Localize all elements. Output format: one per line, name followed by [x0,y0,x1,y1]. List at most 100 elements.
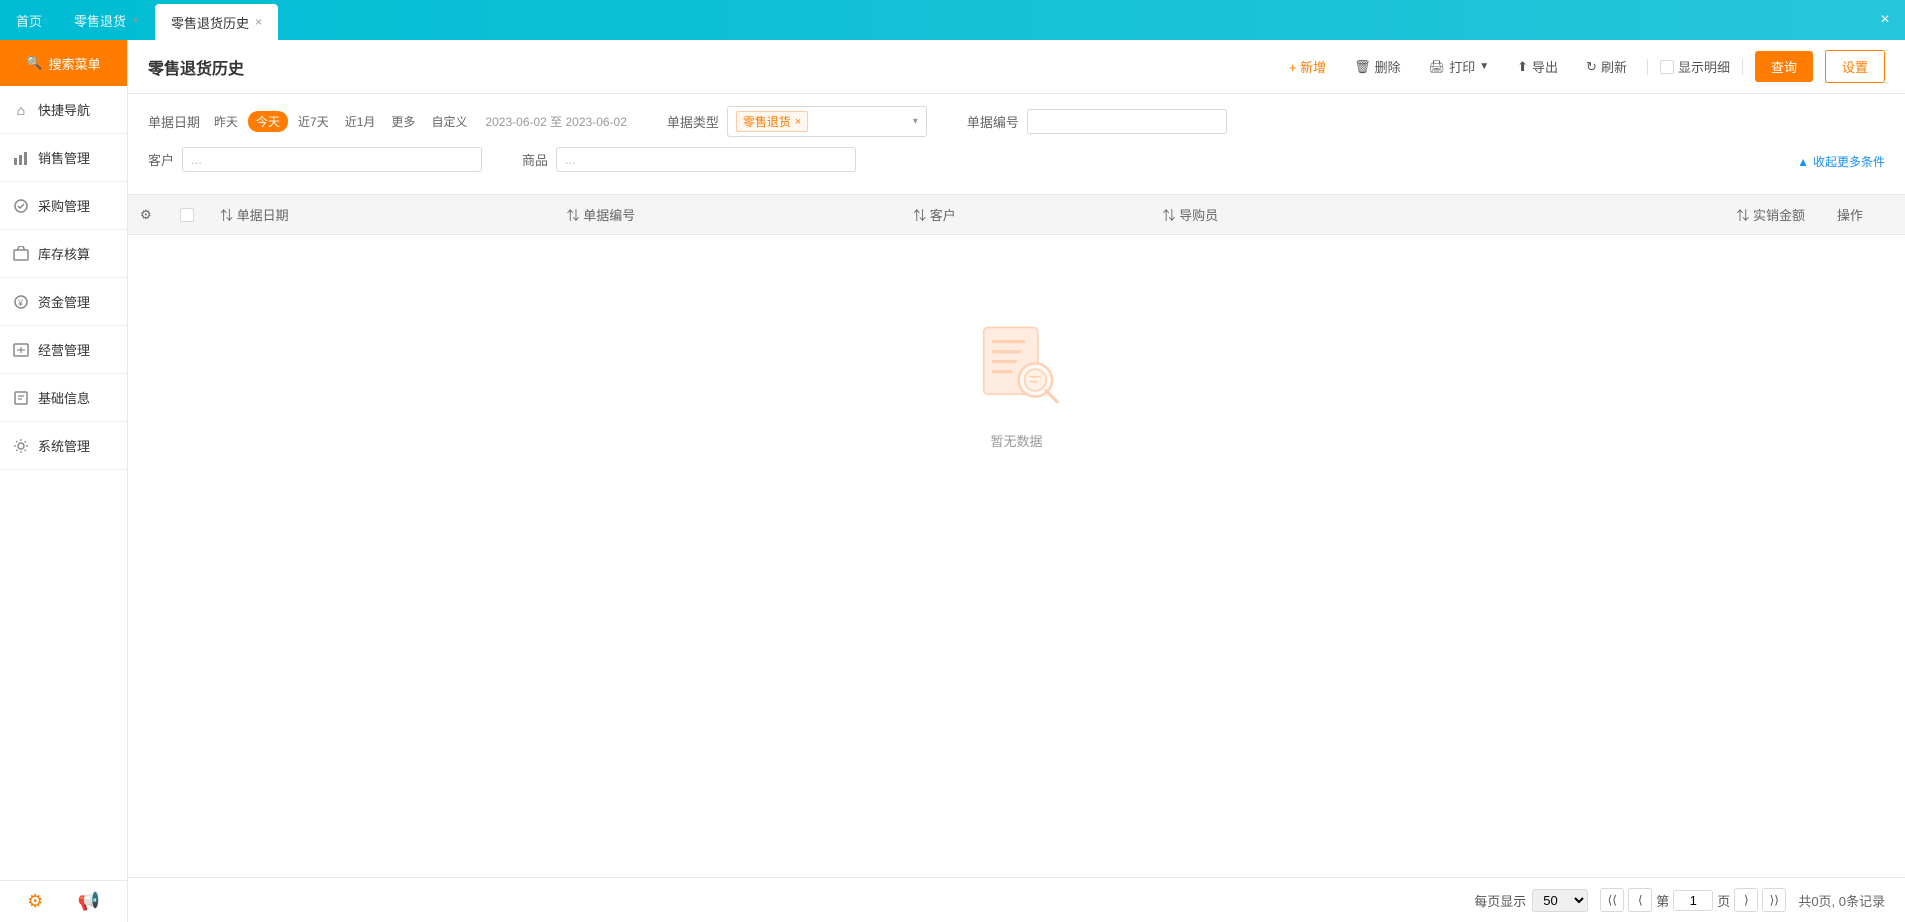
purchase-icon [12,197,30,215]
date-btn-1month[interactable]: 近1月 [339,111,382,132]
date-btn-7days[interactable]: 近7天 [292,111,335,132]
select-all-checkbox[interactable] [180,208,194,222]
collapse-icon: ▲ [1797,155,1809,169]
page-size-dropdown[interactable]: 10 20 50 100 [1532,889,1588,912]
settings-gear-icon[interactable]: ⚙ [27,891,43,912]
doc-type-select[interactable]: 零售退货 × ▾ [727,106,927,137]
inventory-icon [12,245,30,263]
customer-label: 客户 [148,150,174,169]
tab-retail-return-history[interactable]: 零售退货历史 × [155,4,278,40]
search-icon: 🔍 [26,55,42,71]
top-bar: 首页 零售退货 × 零售退货历史 × × [0,0,1905,40]
th-settings[interactable]: ⚙ [128,195,168,235]
query-button[interactable]: 查询 [1755,51,1813,82]
date-range-value: 2023-06-02 至 2023-06-02 [485,113,626,130]
doc-no-input[interactable] [1027,109,1227,134]
date-label: 单据日期 [148,112,200,131]
th-guide[interactable]: ⇅ 导购员 [1150,195,1448,235]
goods-select[interactable]: ... [556,147,856,172]
tab-retail-return-close[interactable]: × [132,13,139,27]
sidebar-bottom: ⚙ 📢 [0,880,127,922]
display-detail-checkbox[interactable] [1660,60,1674,74]
display-detail-toggle[interactable]: 显示明细 [1660,57,1730,76]
doc-type-tag: 零售退货 × [736,111,808,132]
page-header: 零售退货历史 + 新增 🗑 删除 🖨 打印 ▼ ⬆ 导出 ↻ [128,40,1905,94]
prev-page-button[interactable]: ⟨ [1628,888,1652,912]
th-date[interactable]: ⇅ 单据日期 [208,195,555,235]
next-page-button[interactable]: ⟩ [1734,888,1758,912]
filter-row-1: 单据日期 昨天 今天 近7天 近1月 更多 自定义 2023-06-02 至 2… [148,106,1885,137]
finance-icon: ¥ [12,293,30,311]
export-icon: ⬆ [1517,59,1528,75]
add-button[interactable]: + 新增 [1281,53,1334,80]
export-button[interactable]: ⬆ 导出 [1509,53,1566,80]
th-customer[interactable]: ⇅ 客户 [901,195,1150,235]
sidebar-item-sales[interactable]: 销售管理 [0,134,127,182]
th-actions: 操作 [1825,195,1905,235]
tab-home[interactable]: 首页 [0,0,58,40]
th-amount[interactable]: ⇅ 实销金额 [1448,195,1825,235]
operations-icon [12,341,30,359]
doc-type-arrow-icon: ▾ [913,116,918,127]
sidebar-menu: ⌂ 快捷导航 销售管理 采购管理 库存核算 [0,86,127,880]
page-nav: ⟨⟨ ⟨ 第 页 ⟩ ⟩⟩ [1600,888,1786,912]
date-btn-custom[interactable]: 自定义 [425,111,473,132]
system-icon [12,437,30,455]
pagination-bar: 每页显示 10 20 50 100 ⟨⟨ ⟨ 第 页 ⟩ ⟩⟩ 共0页, 0条记… [128,877,1905,922]
th-no[interactable]: ⇅ 单据编号 [555,195,902,235]
doc-no-filter: 单据编号 [967,109,1227,134]
table-container: ⚙ ⇅ 单据日期 ⇅ 单据编号 [128,195,1905,877]
doc-type-label: 单据类型 [667,112,719,131]
toolbar-divider [1647,59,1648,75]
doc-type-tag-close[interactable]: × [795,116,801,128]
table-settings-icon[interactable]: ⚙ [140,207,152,222]
filter-area: 单据日期 昨天 今天 近7天 近1月 更多 自定义 2023-06-02 至 2… [128,94,1905,195]
settings-button[interactable]: 设置 [1825,50,1885,83]
tab-retail-return[interactable]: 零售退货 × [58,0,155,40]
doc-no-label: 单据编号 [967,112,1019,131]
empty-state-icon [967,315,1067,415]
tab-retail-return-history-close[interactable]: × [255,15,262,29]
refresh-icon: ↻ [1586,59,1597,75]
first-page-button[interactable]: ⟨⟨ [1600,888,1624,912]
print-dropdown-icon: ▼ [1479,61,1489,72]
svg-text:¥: ¥ [17,298,24,308]
filter-row-2: 客户 ... 商品 ... ▲ 收起更多条件 [148,147,1885,172]
date-btn-yesterday[interactable]: 昨天 [208,111,244,132]
date-shortcuts: 昨天 今天 近7天 近1月 更多 自定义 [208,111,473,132]
speaker-icon[interactable]: 📢 [77,891,99,912]
sidebar-item-basic[interactable]: 基础信息 [0,374,127,422]
date-btn-more[interactable]: 更多 [385,111,421,132]
print-button[interactable]: 🖨 打印 ▼ [1421,53,1497,80]
sales-icon [12,149,30,167]
refresh-button[interactable]: ↻ 刷新 [1578,53,1635,80]
customer-select[interactable]: ... [182,147,482,172]
empty-text: 暂无数据 [990,431,1042,450]
sidebar-item-purchase[interactable]: 采购管理 [0,182,127,230]
customer-filter: 客户 ... [148,147,482,172]
tab-list: 首页 零售退货 × 零售退货历史 × [0,0,1865,40]
print-icon: 🖨 [1429,59,1446,75]
page-size-select: 每页显示 10 20 50 100 [1474,889,1588,912]
sidebar-item-operations[interactable]: 经营管理 [0,326,127,374]
sidebar-item-quick-nav[interactable]: ⌂ 快捷导航 [0,86,127,134]
doc-type-filter: 单据类型 零售退货 × ▾ [667,106,927,137]
date-btn-today[interactable]: 今天 [248,111,288,132]
table-header-row: ⚙ ⇅ 单据日期 ⇅ 单据编号 [128,195,1905,235]
th-checkbox[interactable] [168,195,208,235]
table-body: 暂无数据 [128,235,1905,531]
main-layout: 🔍 搜索菜单 ⌂ 快捷导航 销售管理 采购管理 [0,40,1905,922]
sidebar-item-finance[interactable]: ¥ 资金管理 [0,278,127,326]
window-close-button[interactable]: × [1865,0,1905,40]
sidebar-item-system[interactable]: 系统管理 [0,422,127,470]
sidebar-search[interactable]: 🔍 搜索菜单 [0,40,127,86]
delete-button[interactable]: 🗑 删除 [1346,53,1409,80]
collapse-button[interactable]: ▲ 收起更多条件 [1797,153,1885,170]
sidebar-item-inventory[interactable]: 库存核算 [0,230,127,278]
date-filter: 单据日期 昨天 今天 近7天 近1月 更多 自定义 2023-06-02 至 2… [148,111,627,132]
empty-state: 暂无数据 [128,235,1905,530]
home-icon: ⌂ [12,101,30,119]
page-number-input[interactable] [1673,890,1713,911]
toolbar-divider2 [1742,59,1743,75]
last-page-button[interactable]: ⟩⟩ [1762,888,1786,912]
